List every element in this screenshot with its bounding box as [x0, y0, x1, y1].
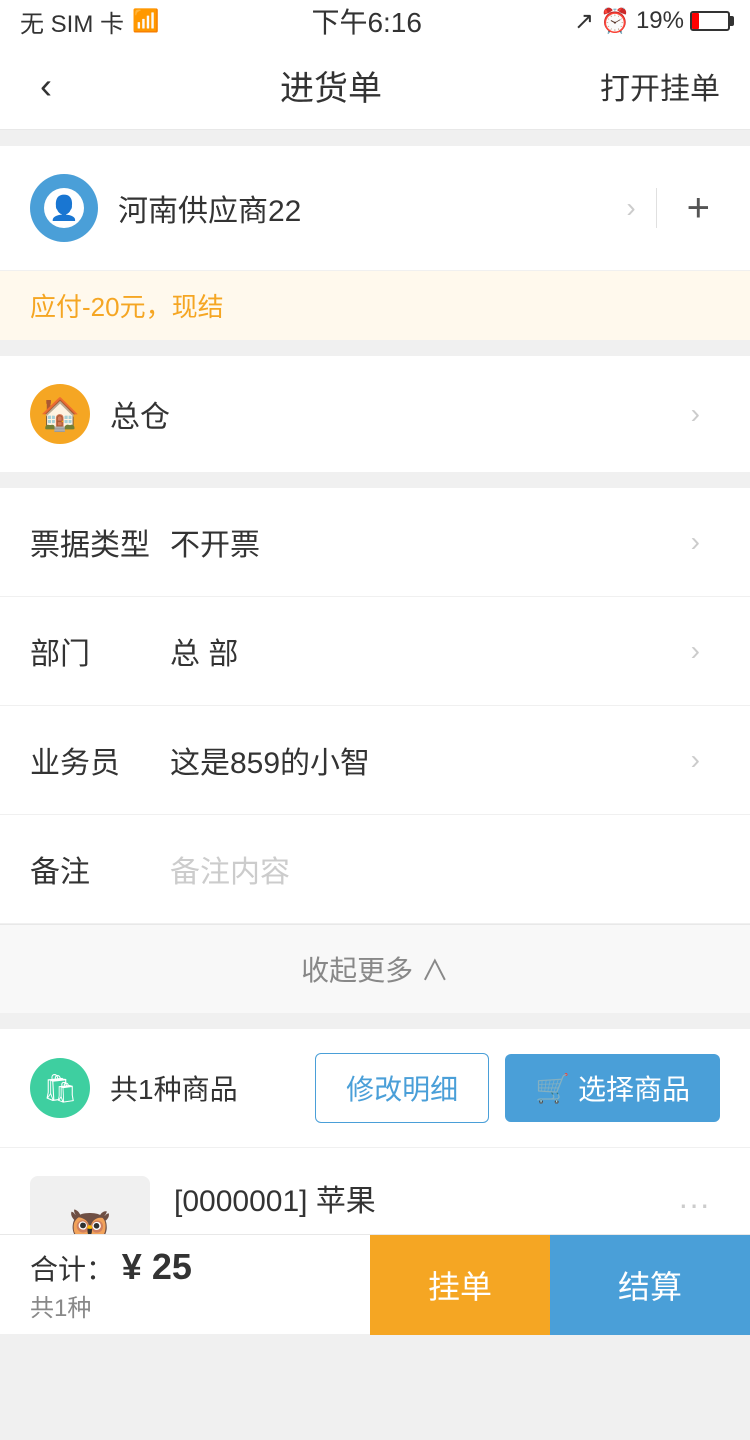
warehouse-name: 总仓 — [110, 392, 691, 436]
battery-percent: 19% — [636, 7, 684, 35]
supplier-notice: 应付-20元，现结 — [0, 271, 750, 340]
salesman-label: 业务员 — [30, 738, 170, 782]
page-title: 进货单 — [280, 61, 382, 110]
form-card: 票据类型 不开票 › 部门 总 部 › 业务员 这是859的小智 › 备注 备注… — [0, 488, 750, 1013]
salesman-value: 这是859的小智 — [170, 738, 691, 782]
hang-order-button[interactable]: 挂单 — [370, 1235, 550, 1335]
product-more-button[interactable]: ··· — [668, 1176, 720, 1233]
back-button[interactable]: ‹ — [30, 55, 62, 117]
total-section: 合计： ¥ 25 共1种 — [0, 1246, 370, 1323]
status-left: 无 SIM 卡 📶 — [20, 4, 159, 39]
product-icon: 🛍 — [30, 1058, 90, 1118]
checkout-button[interactable]: 结算 — [550, 1235, 750, 1335]
remark-input[interactable]: 备注内容 — [170, 847, 720, 891]
invoice-type-label: 票据类型 — [30, 520, 170, 564]
product-name: [0000001] 苹果 — [174, 1176, 668, 1220]
select-product-button[interactable]: 🛒 选择商品 — [505, 1054, 720, 1122]
bottom-bar: 合计： ¥ 25 共1种 挂单 结算 — [0, 1234, 750, 1334]
remark-row[interactable]: 备注 备注内容 — [0, 815, 750, 924]
total-sub: 共1种 — [30, 1288, 340, 1323]
invoice-type-value: 不开票 — [170, 520, 691, 564]
alarm-icon: ⏰ — [600, 7, 630, 36]
person-icon: 👤 — [49, 194, 79, 223]
total-amount: ¥ 25 — [122, 1246, 192, 1287]
department-label: 部门 — [30, 629, 170, 673]
supplier-name: 河南供应商22 — [118, 186, 626, 230]
carrier-text: 无 SIM 卡 — [20, 4, 124, 39]
total-row: 合计： ¥ 25 — [30, 1246, 340, 1288]
open-hang-button[interactable]: 打开挂单 — [600, 64, 720, 108]
chevron-right-icon: › — [691, 526, 700, 558]
battery-icon — [690, 11, 730, 31]
remark-label: 备注 — [30, 847, 170, 891]
supplier-row[interactable]: 👤 河南供应商22 › + — [0, 146, 750, 271]
department-value: 总 部 — [170, 629, 691, 673]
salesman-row[interactable]: 业务员 这是859的小智 › — [0, 706, 750, 815]
chevron-right-icon: › — [626, 192, 635, 224]
status-bar: 无 SIM 卡 📶 下午6:16 ↗ ⏰ 19% — [0, 0, 750, 42]
product-header: 🛍 共1种商品 修改明细 🛒 选择商品 — [0, 1029, 750, 1148]
status-time: 下午6:16 — [311, 1, 422, 41]
collapse-toggle[interactable]: 收起更多 ∧ — [0, 924, 750, 1013]
status-right: ↗ ⏰ 19% — [574, 7, 730, 36]
select-product-label: 选择商品 — [578, 1068, 690, 1108]
add-supplier-button[interactable]: + — [677, 186, 720, 231]
cart-icon: 🛒 — [535, 1072, 570, 1105]
chevron-right-icon: › — [691, 635, 700, 667]
warehouse-icon: 🏠 — [30, 384, 90, 444]
supplier-avatar: 👤 — [30, 174, 98, 242]
supplier-card: 👤 河南供应商22 › + 应付-20元，现结 — [0, 146, 750, 340]
product-count: 共1种商品 — [110, 1068, 315, 1108]
location-icon: ↗ — [574, 7, 594, 36]
invoice-type-row[interactable]: 票据类型 不开票 › — [0, 488, 750, 597]
nav-bar: ‹ 进货单 打开挂单 — [0, 42, 750, 130]
warehouse-row[interactable]: 🏠 总仓 › — [0, 356, 750, 472]
wifi-icon: 📶 — [132, 8, 159, 34]
divider — [656, 188, 657, 228]
department-row[interactable]: 部门 总 部 › — [0, 597, 750, 706]
modify-detail-button[interactable]: 修改明细 — [315, 1053, 489, 1123]
chevron-right-icon: › — [691, 744, 700, 776]
total-label: 合计： — [30, 1254, 114, 1285]
chevron-right-icon: › — [691, 398, 700, 430]
warehouse-card: 🏠 总仓 › — [0, 356, 750, 472]
